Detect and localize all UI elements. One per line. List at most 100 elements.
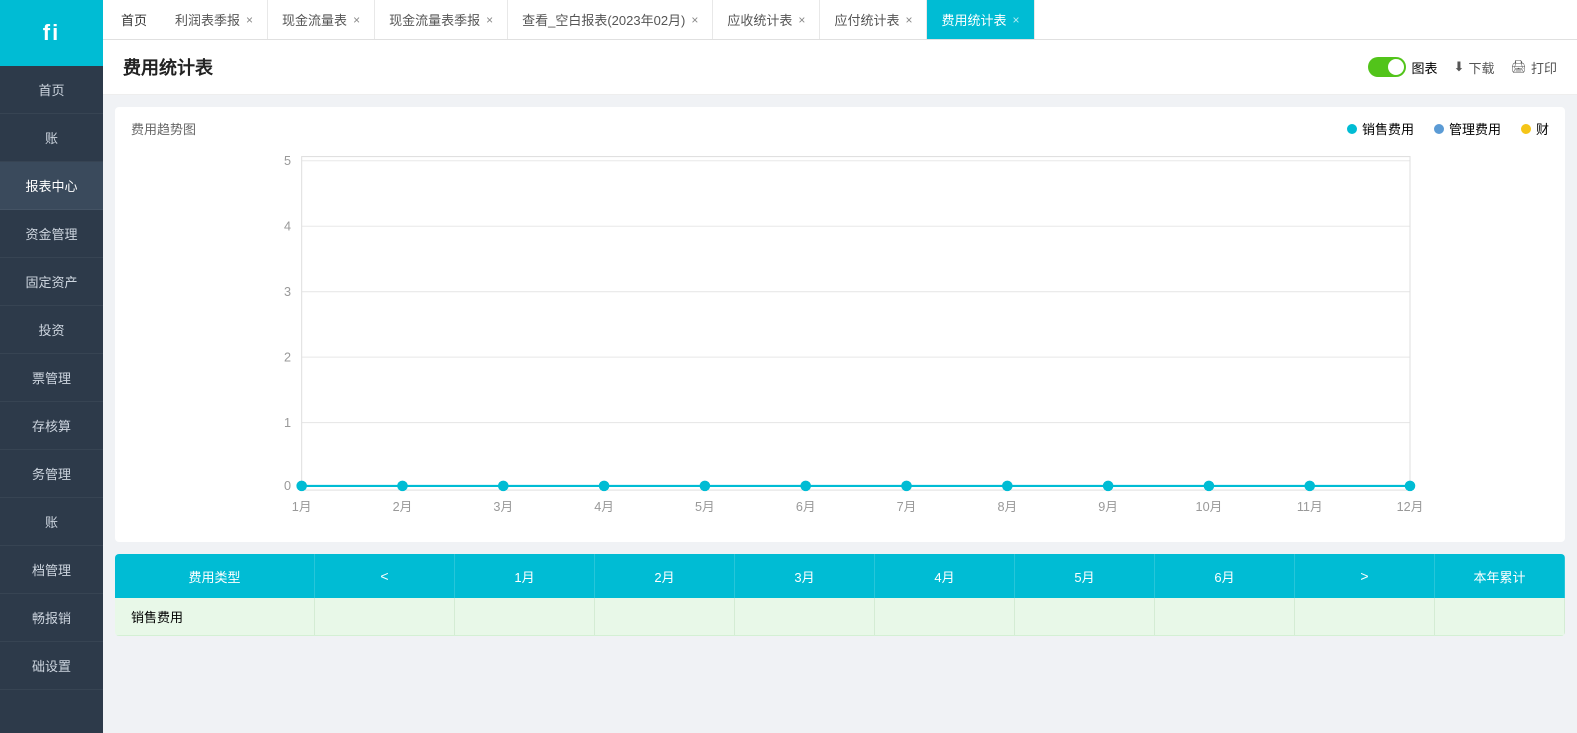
td-m3 bbox=[735, 598, 875, 635]
svg-text:11月: 11月 bbox=[1297, 500, 1323, 514]
tab-home[interactable]: 首页 bbox=[107, 0, 161, 40]
close-tab-profit-quarterly[interactable]: × bbox=[246, 14, 253, 26]
chart-toggle-wrap: 图表 bbox=[1368, 57, 1438, 77]
svg-text:1: 1 bbox=[284, 416, 291, 430]
legend-label-admin: 管理费用 bbox=[1449, 119, 1501, 138]
th-nav-next[interactable]: > bbox=[1295, 554, 1435, 598]
close-tab-blank-report[interactable]: × bbox=[691, 14, 698, 26]
tab-profit-quarterly[interactable]: 利润表季报 × bbox=[161, 0, 268, 40]
tab-cashflow[interactable]: 现金流量表 × bbox=[268, 0, 375, 40]
chart-title: 费用趋势图 bbox=[131, 119, 196, 138]
close-tab-expense[interactable]: × bbox=[1012, 14, 1019, 26]
table-section: 费用类型 < 1月 2月 3月 4月 5月 bbox=[115, 554, 1565, 636]
td-nav-spacer bbox=[315, 598, 455, 635]
prev-arrow-icon[interactable]: < bbox=[374, 568, 394, 584]
main-area: 首页 利润表季报 × 现金流量表 × 现金流量表季报 × 查看_空白报表(202… bbox=[103, 0, 1577, 733]
th-ytd: 本年累计 bbox=[1435, 554, 1565, 598]
th-m5: 5月 bbox=[1015, 554, 1155, 598]
legend-label-sales: 销售费用 bbox=[1362, 119, 1414, 138]
td-m6 bbox=[1155, 598, 1295, 635]
tab-expense[interactable]: 费用统计表 × bbox=[927, 0, 1034, 40]
svg-text:9月: 9月 bbox=[1098, 500, 1118, 514]
svg-text:7月: 7月 bbox=[897, 500, 917, 514]
tab-bar: 首页 利润表季报 × 现金流量表 × 现金流量表季报 × 查看_空白报表(202… bbox=[103, 0, 1577, 40]
svg-text:3: 3 bbox=[284, 285, 291, 299]
legend-dot-admin bbox=[1434, 124, 1444, 134]
sidebar-item-inventory[interactable]: 存核算 bbox=[0, 402, 103, 450]
svg-text:0: 0 bbox=[284, 479, 291, 493]
header-actions: 图表 ⬇ 下载 🖨 打印 bbox=[1368, 57, 1557, 77]
close-tab-cashflow[interactable]: × bbox=[353, 14, 360, 26]
td-m5 bbox=[1015, 598, 1155, 635]
sidebar-item-settings[interactable]: 础设置 bbox=[0, 642, 103, 690]
legend-dot-sales bbox=[1347, 124, 1357, 134]
table-header-row: 费用类型 < 1月 2月 3月 4月 5月 bbox=[115, 554, 1565, 598]
tab-receivable[interactable]: 应收统计表 × bbox=[713, 0, 820, 40]
svg-text:3月: 3月 bbox=[493, 500, 513, 514]
svg-text:5月: 5月 bbox=[695, 500, 715, 514]
sidebar-item-smooth[interactable]: 畅报销 bbox=[0, 594, 103, 642]
tab-cashflow-quarterly[interactable]: 现金流量表季报 × bbox=[375, 0, 508, 40]
next-arrow-icon[interactable]: > bbox=[1354, 568, 1374, 584]
svg-text:12月: 12月 bbox=[1397, 500, 1424, 514]
td-m2 bbox=[595, 598, 735, 635]
tab-blank-report[interactable]: 查看_空白报表(2023年02月) × bbox=[508, 0, 713, 40]
sidebar-item-invoice[interactable]: 票管理 bbox=[0, 354, 103, 402]
th-m2: 2月 bbox=[595, 554, 735, 598]
chart-toggle[interactable] bbox=[1368, 57, 1406, 77]
svg-text:4月: 4月 bbox=[594, 500, 614, 514]
sidebar-item-fund-management[interactable]: 资金管理 bbox=[0, 210, 103, 258]
svg-text:1月: 1月 bbox=[292, 500, 312, 514]
tab-payable[interactable]: 应付统计表 × bbox=[820, 0, 927, 40]
sidebar-item-ledger[interactable]: 账 bbox=[0, 498, 103, 546]
svg-text:6月: 6月 bbox=[796, 500, 816, 514]
sidebar-item-archive[interactable]: 档管理 bbox=[0, 546, 103, 594]
td-ytd bbox=[1435, 598, 1565, 635]
chart-area: 5 4 3 2 1 0 bbox=[131, 146, 1549, 526]
sidebar-item-fixed-assets[interactable]: 固定资产 bbox=[0, 258, 103, 306]
svg-text:2月: 2月 bbox=[393, 500, 413, 514]
td-m4 bbox=[875, 598, 1015, 635]
sidebar-item-investment[interactable]: 投资 bbox=[0, 306, 103, 354]
svg-text:5: 5 bbox=[284, 154, 291, 168]
legend-finance: 财 bbox=[1521, 119, 1549, 138]
sidebar-item-home[interactable]: 首页 bbox=[0, 66, 103, 114]
td-m1 bbox=[455, 598, 595, 635]
td-nav-spacer2 bbox=[1295, 598, 1435, 635]
th-m4: 4月 bbox=[875, 554, 1015, 598]
sidebar-item-report-center[interactable]: 报表中心 bbox=[0, 162, 103, 210]
svg-text:4: 4 bbox=[284, 219, 291, 233]
chart-legend: 销售费用 管理费用 财 bbox=[1347, 119, 1549, 138]
sidebar-logo: fi bbox=[0, 0, 103, 66]
th-m1: 1月 bbox=[455, 554, 595, 598]
chart-section: 费用趋势图 销售费用 管理费用 财 bbox=[115, 107, 1565, 542]
td-type: 销售费用 bbox=[115, 598, 315, 635]
close-tab-payable[interactable]: × bbox=[905, 14, 912, 26]
th-nav-prev[interactable]: < bbox=[315, 554, 455, 598]
page-content: 费用统计表 图表 ⬇ 下载 🖨 打印 费用趋势图 bbox=[103, 40, 1577, 733]
sidebar-item-service[interactable]: 务管理 bbox=[0, 450, 103, 498]
chart-header: 费用趋势图 销售费用 管理费用 财 bbox=[131, 119, 1549, 138]
svg-text:10月: 10月 bbox=[1196, 500, 1223, 514]
th-type: 费用类型 bbox=[115, 554, 315, 598]
print-label: 打印 bbox=[1531, 58, 1557, 77]
legend-label-finance: 财 bbox=[1536, 119, 1549, 138]
legend-sales: 销售费用 bbox=[1347, 119, 1414, 138]
page-header: 费用统计表 图表 ⬇ 下载 🖨 打印 bbox=[103, 40, 1577, 95]
print-button[interactable]: 🖨 打印 bbox=[1510, 58, 1557, 77]
close-tab-cashflow-quarterly[interactable]: × bbox=[486, 14, 493, 26]
print-icon: 🖨 bbox=[1510, 59, 1527, 75]
legend-admin: 管理费用 bbox=[1434, 119, 1501, 138]
sidebar-item-account[interactable]: 账 bbox=[0, 114, 103, 162]
svg-text:2: 2 bbox=[284, 350, 291, 364]
svg-text:8月: 8月 bbox=[997, 500, 1017, 514]
download-icon: ⬇ bbox=[1454, 59, 1465, 75]
sidebar: fi 首页 账 报表中心 资金管理 固定资产 投资 票管理 存核算 务管理 账 … bbox=[0, 0, 103, 733]
download-button[interactable]: ⬇ 下载 bbox=[1454, 58, 1495, 77]
close-tab-receivable[interactable]: × bbox=[798, 14, 805, 26]
chart-toggle-label: 图表 bbox=[1412, 58, 1438, 77]
legend-dot-finance bbox=[1521, 124, 1531, 134]
chart-svg: 5 4 3 2 1 0 bbox=[131, 146, 1549, 526]
download-label: 下载 bbox=[1468, 58, 1494, 77]
table-row: 销售费用 bbox=[115, 598, 1565, 636]
